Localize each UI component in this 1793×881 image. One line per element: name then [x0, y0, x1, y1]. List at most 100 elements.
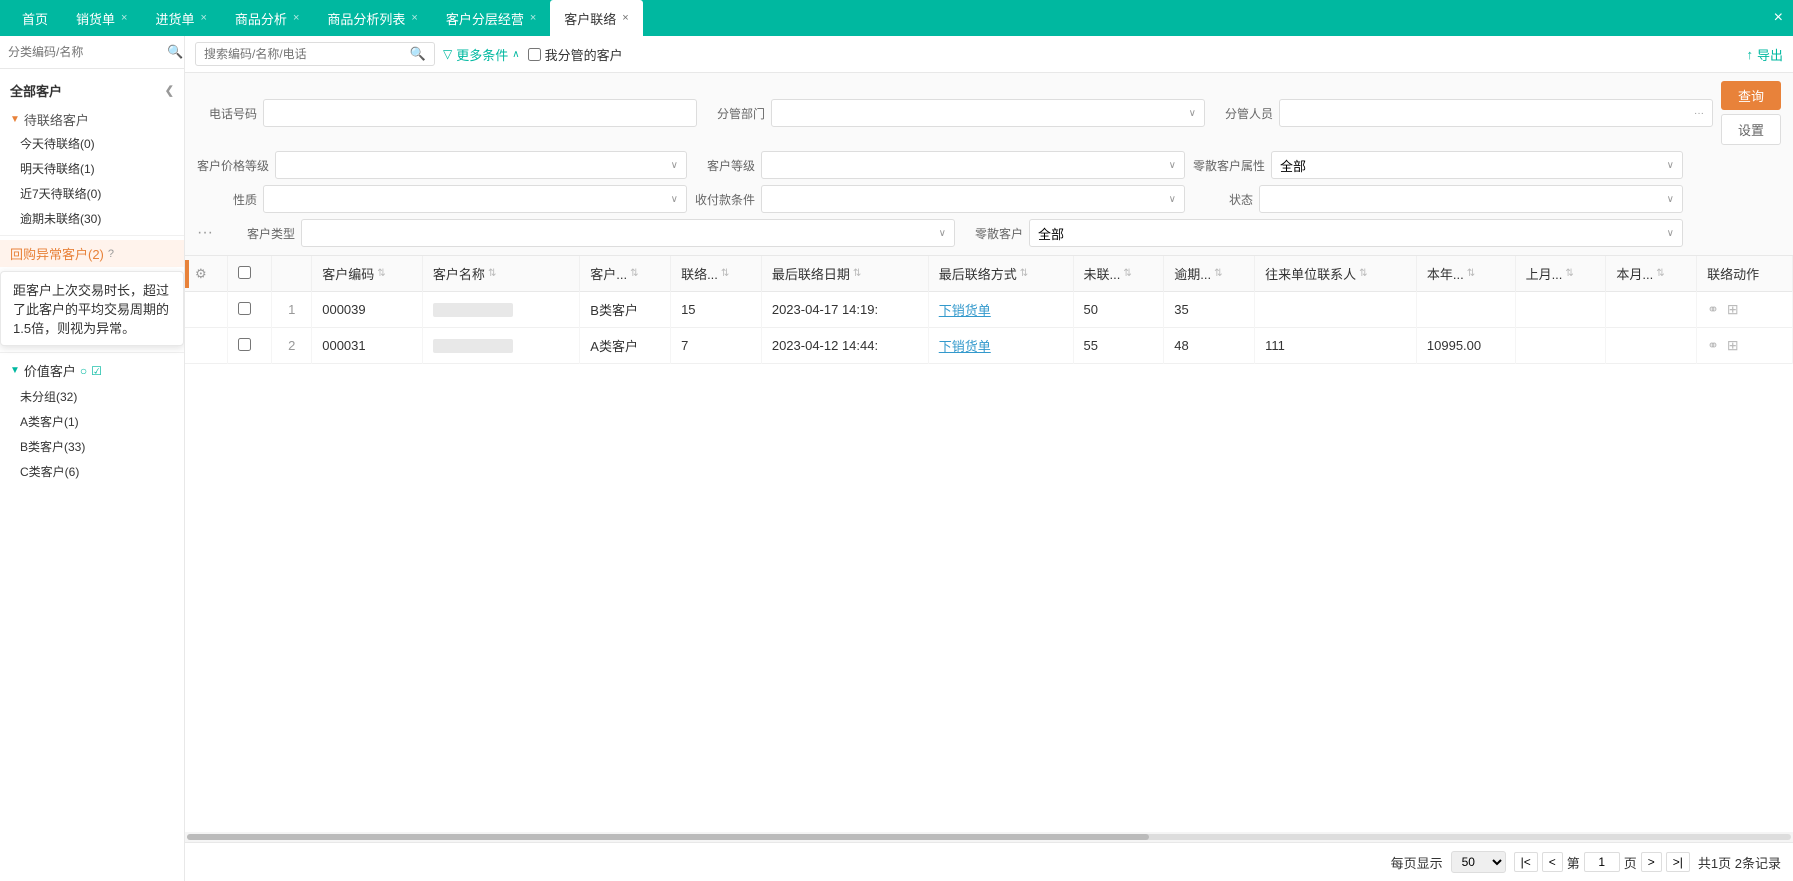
filter-status-label: 状态: [1193, 191, 1253, 208]
settings-button[interactable]: 设置: [1721, 114, 1781, 145]
prev-page-button[interactable]: <: [1542, 852, 1563, 872]
row1-type: B类客户: [580, 292, 671, 328]
table-type-col[interactable]: 客户...⇅: [580, 256, 671, 292]
last-page-button[interactable]: >|: [1666, 852, 1690, 872]
more-conditions-button[interactable]: ▽ 更多条件 ∧: [443, 45, 520, 64]
row1-last-method[interactable]: 下销货单: [928, 292, 1073, 328]
filter-dept-select[interactable]: ∨: [771, 99, 1205, 127]
sidebar-item-class-a[interactable]: A类客户(1): [0, 409, 184, 434]
sort-contacts-icon: ⇅: [1359, 268, 1367, 279]
close-purchase-order-icon[interactable]: ×: [200, 12, 206, 24]
filter-more-dots: ···: [197, 225, 227, 241]
close-product-analysis-list-icon[interactable]: ×: [411, 12, 417, 24]
my-customers-checkbox[interactable]: 我分管的客户: [528, 45, 623, 64]
nav-customer-contact[interactable]: 客户联络 ×: [550, 0, 642, 36]
table-last-method-col[interactable]: 最后联络方式⇅: [928, 256, 1073, 292]
all-customers-label[interactable]: 全部客户 ❮: [0, 75, 184, 106]
filter-status-select[interactable]: ∨: [1259, 185, 1683, 213]
sidebar-item-repeat-abnormal[interactable]: 回购异常客户(2) ?: [0, 240, 184, 267]
table-contact-col[interactable]: 联络...⇅: [671, 256, 762, 292]
value-edit-icon[interactable]: ☑: [91, 364, 102, 378]
my-customers-input[interactable]: [528, 48, 541, 61]
close-sales-order-icon[interactable]: ×: [121, 12, 127, 24]
close-customer-seg-icon[interactable]: ×: [530, 12, 536, 24]
sidebar-item-unclassified[interactable]: 未分组(32): [0, 384, 184, 409]
nav-sales-order[interactable]: 销货单 ×: [62, 0, 141, 36]
table-actions-col: 联络动作: [1697, 256, 1793, 292]
filter-retail-attr-select[interactable]: 全部 ∨: [1271, 151, 1683, 179]
filter-phone-input[interactable]: [263, 99, 697, 127]
toolbar-search-icon[interactable]: 🔍: [410, 46, 426, 62]
filter-retail-attr-label: 零散客户属性: [1193, 157, 1265, 174]
next-page-button[interactable]: >: [1641, 852, 1662, 872]
select-all-checkbox[interactable]: [238, 266, 251, 279]
sidebar-search-input[interactable]: [8, 45, 163, 59]
row1-overdue: 35: [1164, 292, 1255, 328]
table-checkbox-col[interactable]: [227, 256, 272, 292]
window-close-button[interactable]: ×: [1774, 9, 1783, 27]
table-overdue-col[interactable]: 逾期...⇅: [1164, 256, 1255, 292]
table-code-col[interactable]: 客户编码⇅: [312, 256, 423, 292]
filter-retail-customer: 零散客户 全部 ∨: [963, 219, 1683, 247]
row2-checkbox[interactable]: [227, 328, 272, 364]
horizontal-scrollbar[interactable]: [185, 832, 1793, 842]
filter-retail-customer-select[interactable]: 全部 ∨: [1029, 219, 1683, 247]
row2-link-icon[interactable]: ⚭: [1707, 337, 1719, 354]
filter-price-level-chevron-icon: ∨: [671, 160, 678, 171]
close-customer-contact-icon[interactable]: ×: [622, 12, 628, 24]
more-filters-icon[interactable]: ···: [197, 225, 213, 241]
table-settings-col[interactable]: ⚙: [185, 256, 227, 292]
scroll-thumb[interactable]: [187, 834, 1149, 840]
nav-customer-segmentation[interactable]: 客户分层经营 ×: [432, 0, 550, 36]
per-page-select[interactable]: 50 20 100: [1451, 851, 1506, 873]
sidebar-item-tomorrow-pending[interactable]: 明天待联络(1): [0, 156, 184, 181]
sidebar-item-7days-pending[interactable]: 近7天待联络(0): [0, 181, 184, 206]
value-circle-icon[interactable]: ○: [80, 364, 87, 378]
first-page-button[interactable]: |<: [1514, 852, 1538, 872]
value-triangle-icon: ▼: [10, 365, 20, 376]
table-name-col[interactable]: 客户名称⇅: [422, 256, 579, 292]
nav-purchase-order[interactable]: 进货单 ×: [141, 0, 220, 36]
filter-customer-type-select[interactable]: ∨: [301, 219, 955, 247]
export-button[interactable]: ↑ 导出: [1746, 45, 1783, 64]
sidebar-item-class-b[interactable]: B类客户(33): [0, 434, 184, 459]
page-input[interactable]: [1584, 852, 1620, 872]
row1-link-icon[interactable]: ⚭: [1707, 301, 1719, 318]
sidebar-item-today-pending[interactable]: 今天待联络(0): [0, 131, 184, 156]
filter-nature-select[interactable]: ∨: [263, 185, 687, 213]
table-uncontacted-col[interactable]: 未联...⇅: [1073, 256, 1164, 292]
close-product-analysis-icon[interactable]: ×: [293, 12, 299, 24]
customer-table: ⚙ 客户编码⇅ 客户名称⇅ 客户...⇅ 联络...⇅: [185, 256, 1793, 364]
more-conditions-chevron-icon: ∧: [512, 49, 519, 60]
table-this-year-col[interactable]: 本年...⇅: [1416, 256, 1515, 292]
table-this-month-col[interactable]: 本月...⇅: [1606, 256, 1697, 292]
sidebar-item-class-c[interactable]: C类客户(6): [0, 459, 184, 484]
sidebar: 🔍 全部客户 ❮ ▼ 待联络客户 今天待联络(0) 明天待联络(1) 近7天待联…: [0, 36, 185, 881]
row2-settings: [185, 328, 227, 364]
search-input[interactable]: [204, 47, 406, 61]
query-button[interactable]: 查询: [1721, 81, 1781, 110]
sidebar-item-overdue-pending[interactable]: 逾期未联络(30): [0, 206, 184, 231]
row1-grid-icon[interactable]: ⊞: [1727, 301, 1739, 318]
table-contacts-col[interactable]: 往来单位联系人⇅: [1255, 256, 1417, 292]
row2-last-method-link[interactable]: 下销货单: [939, 339, 991, 354]
value-customers-section: ▼ 价值客户 ○ ☑: [0, 357, 184, 384]
nav-product-analysis-list[interactable]: 商品分析列表 ×: [313, 0, 431, 36]
nav-product-analysis[interactable]: 商品分析 ×: [221, 0, 313, 36]
row1-contact: 15: [671, 292, 762, 328]
row1-checkbox[interactable]: [227, 292, 272, 328]
filter-customer-level-select[interactable]: ∨: [761, 151, 1185, 179]
sort-name-icon: ⇅: [488, 268, 496, 279]
page-label: 第: [1567, 853, 1580, 872]
row2-code: 000031: [312, 328, 423, 364]
filter-manager-select[interactable]: ···: [1279, 99, 1713, 127]
row1-last-method-link[interactable]: 下销货单: [939, 303, 991, 318]
table-last-date-col[interactable]: 最后联络日期⇅: [761, 256, 928, 292]
filter-payment-terms-select[interactable]: ∨: [761, 185, 1185, 213]
row1-code: 000039: [312, 292, 423, 328]
table-last-month-col[interactable]: 上月...⇅: [1515, 256, 1606, 292]
filter-price-level-select[interactable]: ∨: [275, 151, 687, 179]
nav-home[interactable]: 首页: [8, 0, 62, 36]
row2-grid-icon[interactable]: ⊞: [1727, 337, 1739, 354]
row2-last-method[interactable]: 下销货单: [928, 328, 1073, 364]
